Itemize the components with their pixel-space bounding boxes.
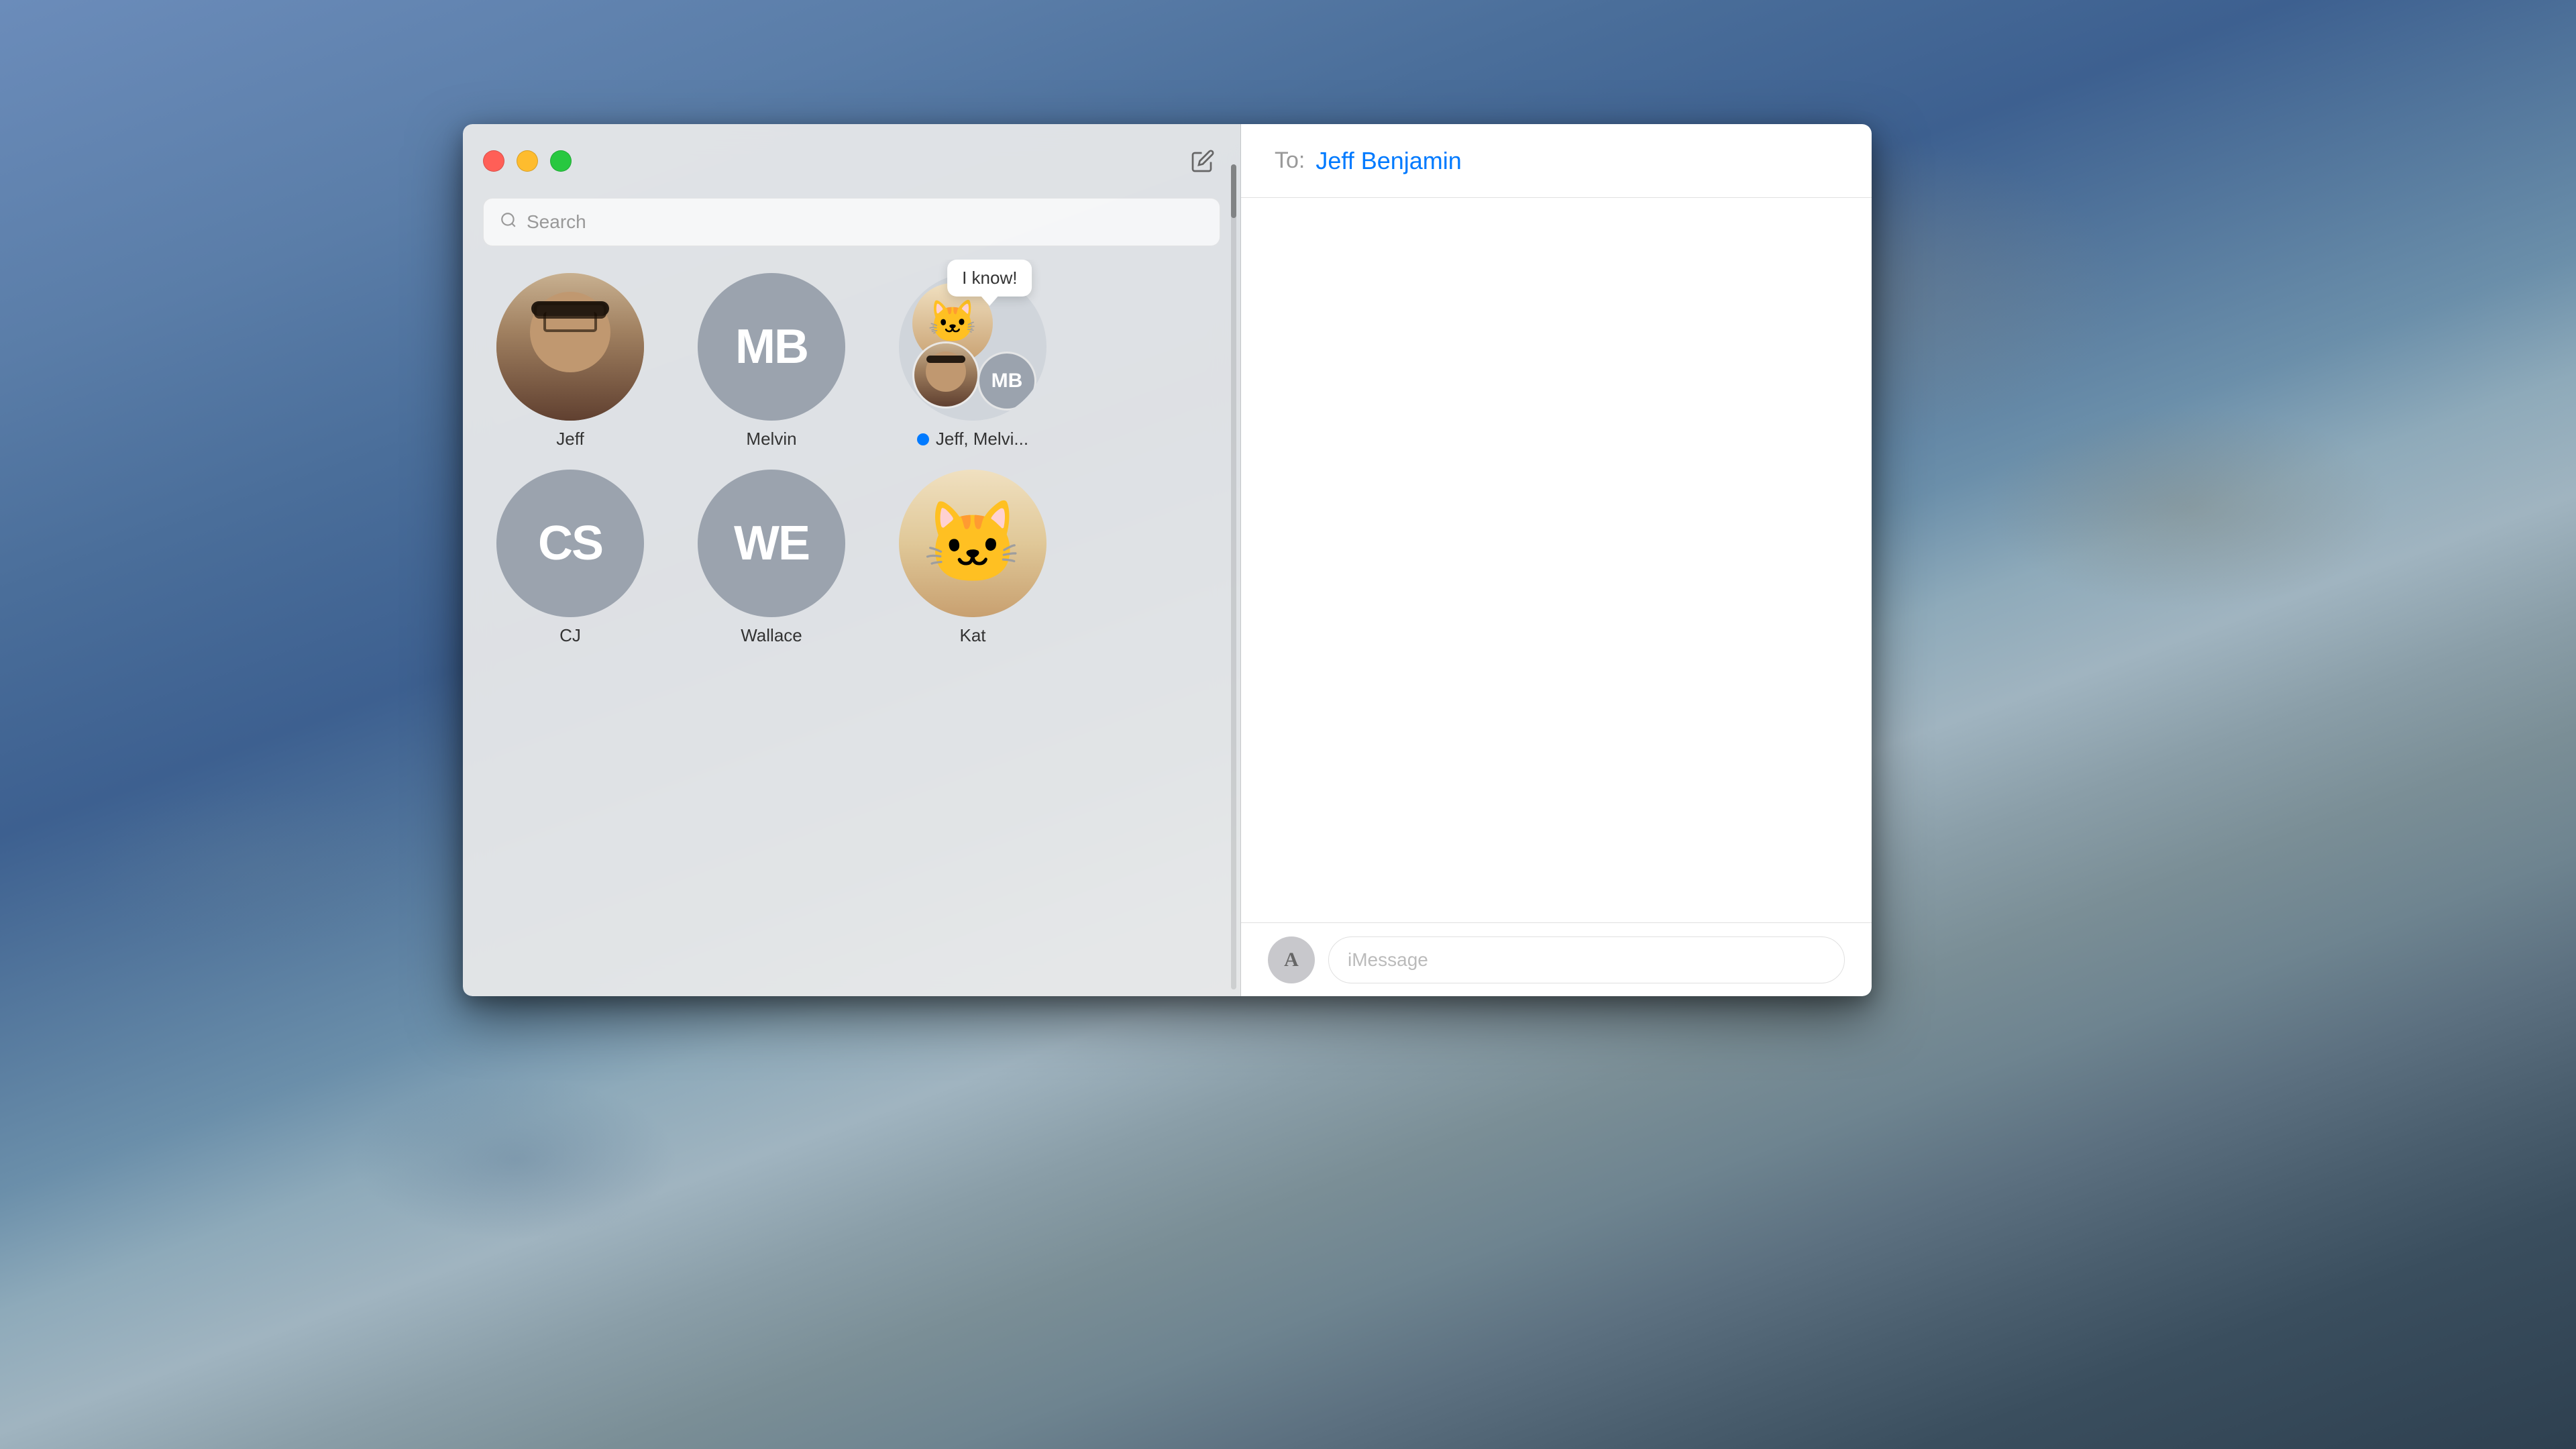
group-indicator: Jeff, Melvi... — [917, 429, 1028, 449]
close-button[interactable] — [483, 150, 504, 172]
contacts-grid: Jeff MB Melvin I know! — [463, 260, 1240, 996]
contact-group-jeff-melvin[interactable]: I know! 🐱 — [885, 273, 1060, 449]
scrollbar-thumb[interactable] — [1231, 164, 1236, 218]
avatar-cj-initials: CS — [496, 470, 644, 617]
to-label: To: — [1275, 148, 1305, 174]
search-bar[interactable]: Search — [483, 198, 1220, 246]
conversation-area — [1241, 198, 1872, 922]
contact-kat[interactable]: 🐱 Kat — [885, 470, 1060, 646]
group-mb-badge: MB — [977, 352, 1036, 411]
avatar-cj: CS — [496, 470, 644, 617]
recipient-name: Jeff Benjamin — [1316, 147, 1461, 175]
scrollbar-track — [1231, 164, 1236, 989]
conversation-panel: To: Jeff Benjamin A iMessage — [1241, 124, 1872, 996]
app-store-icon: A — [1284, 949, 1299, 971]
maximize-button[interactable] — [550, 150, 572, 172]
contact-kat-name: Kat — [959, 625, 985, 646]
group-mini-avatar-2 — [912, 341, 979, 409]
contact-cj-name: CJ — [559, 625, 581, 646]
avatar-jeff — [496, 273, 644, 421]
avatar-wallace: WE — [698, 470, 845, 617]
contact-wallace[interactable]: WE Wallace — [684, 470, 859, 646]
compose-button[interactable] — [1185, 144, 1220, 178]
conversation-header: To: Jeff Benjamin — [1241, 124, 1872, 198]
contact-jeff[interactable]: Jeff — [483, 273, 657, 449]
contact-group-name: Jeff, Melvi... — [936, 429, 1028, 449]
contacts-row-1: Jeff MB Melvin I know! — [483, 273, 1220, 449]
contacts-row-2: CS CJ WE Wallace 🐱 — [483, 470, 1220, 646]
tooltip-iknow: I know! — [947, 260, 1032, 297]
titlebar — [463, 124, 1240, 198]
contact-melvin[interactable]: MB Melvin — [684, 273, 859, 449]
message-placeholder: iMessage — [1348, 949, 1428, 971]
avatar-wallace-initials: WE — [698, 470, 845, 617]
app-store-button[interactable]: A — [1268, 936, 1315, 983]
contact-jeff-name: Jeff — [556, 429, 584, 449]
input-area: A iMessage — [1241, 922, 1872, 996]
unread-dot — [917, 433, 929, 445]
avatar-melvin: MB — [698, 273, 845, 421]
avatar-kat: 🐱 — [899, 470, 1046, 617]
contact-cj[interactable]: CS CJ — [483, 470, 657, 646]
traffic-lights — [483, 150, 572, 172]
avatar-melvin-initials: MB — [698, 273, 845, 421]
contact-melvin-name: Melvin — [746, 429, 796, 449]
message-input[interactable]: iMessage — [1328, 936, 1845, 983]
search-placeholder: Search — [527, 211, 586, 233]
messages-window: Search Jeff — [463, 124, 1872, 996]
contact-wallace-name: Wallace — [741, 625, 802, 646]
minimize-button[interactable] — [517, 150, 538, 172]
messages-list-panel: Search Jeff — [463, 124, 1241, 996]
search-icon — [500, 211, 517, 233]
